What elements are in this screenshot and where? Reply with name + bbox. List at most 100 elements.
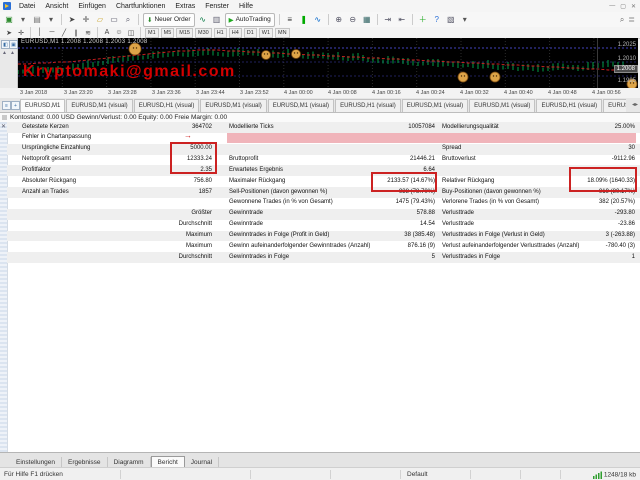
period-button-h4[interactable]: H4 [228, 27, 242, 38]
cursor-icon[interactable]: ➤ [66, 14, 78, 26]
period-button-m1[interactable]: M1 [145, 27, 159, 38]
menu-chartfunktionen[interactable]: Chartfunktionen [111, 3, 170, 10]
zoom-in-icon: ⊕ [335, 15, 343, 24]
autotrading-button-label: AutoTrading [235, 16, 271, 23]
maximize-icon[interactable]: ▢ [620, 3, 626, 10]
chart-tab[interactable]: EURUSD,H1 (visual) [536, 99, 603, 112]
chart-window-icon[interactable]: ▥ [211, 14, 223, 26]
inspect-icon[interactable]: ⌕ [122, 14, 134, 26]
period-button-h1[interactable]: H1 [213, 27, 227, 38]
watermark-text: Kryptomaki@gmail.com [23, 63, 236, 80]
connection-signal-icon [592, 471, 602, 479]
close-icon[interactable]: ✕ [631, 3, 636, 10]
chart-tab[interactable]: EURUSD,M1 (visual) [200, 99, 267, 112]
chart-tab[interactable]: EURUSD,M1 (visual) [66, 99, 133, 112]
tab-scroll-icons[interactable]: ◂▸ [632, 101, 638, 108]
report-row: Absoluter Rückgang 756.80 Maximaler Rückga… [7, 176, 640, 187]
report-value: 21446.21 [409, 156, 435, 163]
trendline-tool-icon[interactable]: ╱ [59, 28, 70, 38]
report-label: Gewinntrades in Folge [229, 253, 290, 260]
trade-marker-icon [457, 71, 469, 83]
report-label: Modellierungsqualität [442, 123, 499, 130]
draw-icon[interactable]: ▱ [94, 14, 106, 26]
add-indicator-icon[interactable]: ＋ [417, 14, 429, 26]
status-bar: Für Hilfe F1 drücken Default 1248/18 kb [0, 467, 640, 480]
shapes-tool-icon[interactable]: ◫ [126, 28, 137, 38]
status-profile[interactable]: Default [407, 471, 428, 478]
report-value: -293.80 [614, 210, 635, 217]
menu-fenster[interactable]: Fenster [200, 3, 234, 10]
report-value: 578.88 [416, 210, 435, 217]
crosshair-icon[interactable]: ✛ [80, 14, 92, 26]
menu-datei[interactable]: Datei [14, 3, 40, 10]
period-button-w1[interactable]: W1 [258, 27, 274, 38]
new-order-button: ⬇ [147, 16, 153, 24]
templates-dropdown-icon[interactable]: ▾ [459, 14, 471, 26]
templates-icon: ▧ [446, 15, 455, 24]
profiles-icon[interactable]: ▤ [31, 14, 43, 26]
chart-shift-icon[interactable]: ⇤ [396, 14, 408, 26]
chart-tab[interactable]: EURUSD,M1 (visual) [603, 99, 626, 112]
chart-tab[interactable]: EURUSD,M1 [20, 99, 66, 112]
minimize-icon[interactable]: — [609, 3, 615, 10]
crosshair-tool-icon[interactable]: ✛ [16, 28, 27, 38]
text-tool-icon[interactable]: A [102, 28, 113, 38]
help-globe-icon[interactable]: ? [431, 14, 443, 26]
cursor-tool-icon[interactable]: ➤ [4, 28, 15, 38]
navigator-toggle-icon[interactable]: ▣ [9, 40, 18, 49]
bar-chart-icon[interactable]: ≡ [284, 14, 296, 26]
report-value: 5 [431, 253, 435, 260]
period-button-d1[interactable]: D1 [243, 27, 257, 38]
channel-tool-icon[interactable]: ∥ [71, 28, 82, 38]
vline-tool-icon[interactable]: │ [35, 28, 46, 38]
chart-tab[interactable]: EURUSD,H1 (visual) [335, 99, 401, 112]
frame-icon[interactable]: ▭ [108, 14, 120, 26]
chart-tab[interactable]: EURUSD,H1 (visual) [133, 99, 200, 112]
trade-marker-icon [489, 71, 501, 83]
period-button-m30[interactable]: M30 [194, 27, 212, 38]
auto-scroll-icon[interactable]: ⇥ [382, 14, 394, 26]
hline-tool-icon[interactable]: ─ [47, 28, 58, 38]
time-tick-label: 3 Jan 23:52 [240, 90, 269, 96]
docked-panel-gutter: ◧ ▣ ▲ ▲ [0, 38, 18, 88]
search-icon[interactable]: ⌕ [620, 15, 624, 25]
add-indicator-icon: ＋ [418, 15, 427, 24]
period-button-m15[interactable]: M15 [176, 27, 193, 38]
tile-windows-icon: ▦ [362, 15, 371, 24]
new-order-button[interactable]: ⬇ Neuer Order [143, 12, 195, 27]
period-button-mn[interactable]: MN [275, 27, 290, 38]
menu-einfügen[interactable]: Einfügen [73, 3, 111, 10]
menu-hilfe[interactable]: Hilfe [234, 3, 258, 10]
profiles-dropdown-icon[interactable]: ▾ [45, 14, 57, 26]
tester-panel: ✕ Getestete Kerzen 364702 Modellierte Tick… [0, 122, 640, 452]
menu-ansicht[interactable]: Ansicht [40, 3, 73, 10]
indicators-icon[interactable]: ∿ [197, 14, 209, 26]
chart-tab[interactable]: EURUSD,M1 (visual) [267, 99, 335, 112]
chart-dropdown-icon[interactable]: ▾ [17, 14, 29, 26]
autotrading-button[interactable]: ▶ AutoTrading [224, 12, 275, 27]
report-row: Profitfaktor 2.35 Erwartetes Ergebnis 6.64 [7, 165, 640, 177]
tile-windows-icon[interactable]: ▦ [361, 14, 373, 26]
time-tick-label: 4 Jan 00:24 [416, 90, 445, 96]
time-tick-label: 4 Jan 00:00 [284, 90, 313, 96]
scroll-up-icon[interactable]: ▲ [2, 50, 7, 56]
new-chart-icon[interactable]: ▣ [3, 14, 15, 26]
menu-extras[interactable]: Extras [170, 3, 200, 10]
fibonacci-tool-icon[interactable]: ≋ [83, 28, 94, 38]
report-label: Sell-Positionen (davon gewonnen %) [229, 188, 328, 195]
templates-icon[interactable]: ▧ [445, 14, 457, 26]
tab-list-icon[interactable]: ≡ [2, 101, 11, 110]
zoom-out-icon[interactable]: ⊖ [347, 14, 359, 26]
report-value: Größter [191, 210, 212, 217]
period-button-m5[interactable]: M5 [160, 27, 175, 38]
chart-tab[interactable]: EURUSD,M1 (visual) [469, 99, 536, 112]
price-chart[interactable]: EURUSD,M1 1.2008 1.2008 1.2003 1.2008 Kr… [18, 38, 638, 88]
toolbox-icon[interactable]: ≣ [628, 15, 635, 25]
tab-new-icon[interactable]: + [11, 101, 20, 110]
arrows-tool-icon[interactable]: ☺ [114, 28, 125, 38]
line-chart-icon[interactable]: ∿ [312, 14, 324, 26]
zoom-in-icon[interactable]: ⊕ [333, 14, 345, 26]
chart-tab[interactable]: EURUSD,M1 (visual) [401, 99, 469, 112]
scroll-up-icon[interactable]: ▲ [10, 50, 15, 56]
candle-chart-icon[interactable]: ❚ [298, 14, 310, 26]
